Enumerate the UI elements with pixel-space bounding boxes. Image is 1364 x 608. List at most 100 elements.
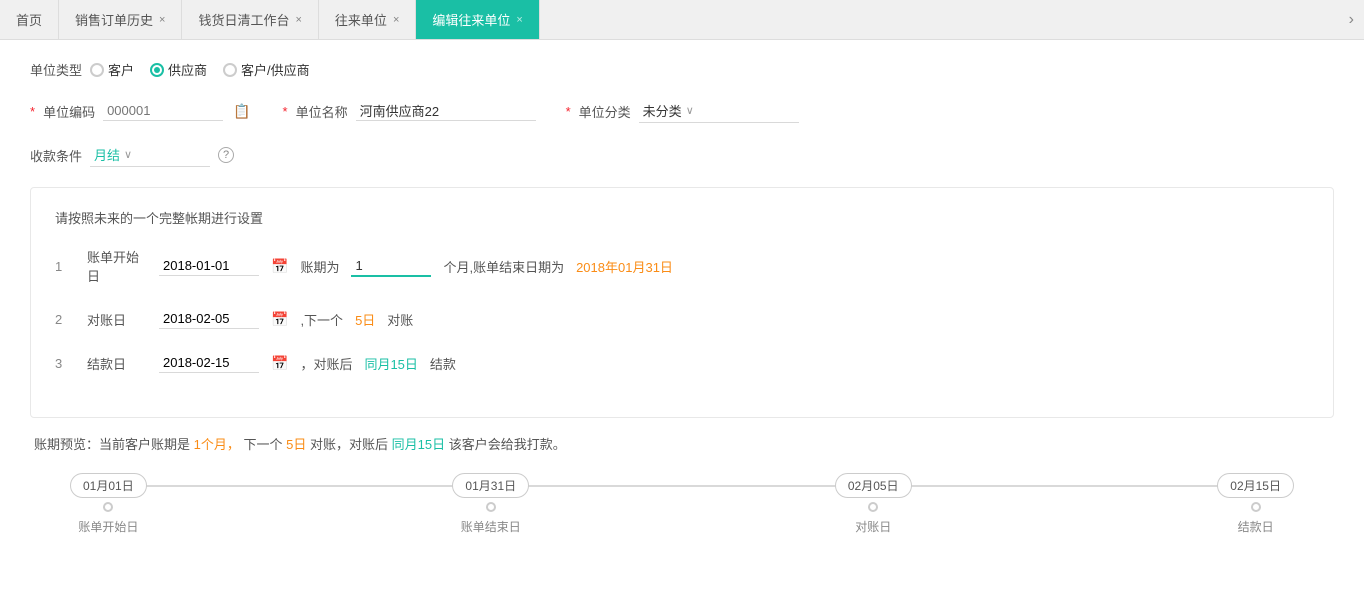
timeline-dot-2: [486, 502, 496, 512]
tab-cashflow[interactable]: 钱货日清工作台 ×: [182, 0, 318, 39]
payment-terms-label: 收款条件: [30, 146, 82, 165]
period-row-2-label: 对账日: [87, 310, 147, 329]
tab-edit-counterparty-label: 编辑往来单位: [432, 10, 510, 29]
unit-code-copy-icon[interactable]: 📋: [231, 101, 252, 122]
radio-supplier-label: 供应商: [168, 60, 207, 79]
timeline-point-2: 01月31日 账单结束日: [452, 473, 529, 535]
period-row-2-highlight: 5日: [355, 310, 375, 329]
timeline-label-4: 结款日: [1238, 518, 1274, 535]
unit-category-star: *: [566, 104, 571, 119]
period-row-2: 2 对账日 📅 ,下一个 5日 对账: [55, 309, 1309, 329]
tab-sales-history-label: 销售订单历史: [75, 10, 153, 29]
timeline-point-4: 02月15日 结款日: [1217, 473, 1294, 535]
unit-category-group: * 单位分类 未分类 ∨: [566, 99, 799, 123]
unit-code-star: *: [30, 104, 35, 119]
radio-supplier-circle: [150, 63, 164, 77]
radio-customer-circle: [90, 63, 104, 77]
unit-category-value: 未分类: [643, 101, 682, 120]
timeline-badge-3: 02月05日: [835, 473, 912, 498]
period-row-1-label: 账单开始日: [87, 247, 147, 285]
period-start-date-cal-icon[interactable]: 📅: [271, 258, 288, 275]
tab-home[interactable]: 首页: [0, 0, 59, 39]
tab-counterparty-close[interactable]: ×: [393, 14, 399, 26]
preview-text: 账期预览：当前客户账期是 1个月， 下一个 5日 对账，对账后 同月15日 该客…: [30, 434, 1334, 453]
tab-cashflow-label: 钱货日清工作台: [198, 10, 289, 29]
unit-name-star: *: [283, 104, 288, 119]
period-box-title: 请按照未来的一个完整帐期进行设置: [55, 208, 1309, 227]
period-row-1-suffix-after: 个月,账单结束日期为: [443, 257, 564, 276]
tab-more-button[interactable]: ›: [1339, 11, 1364, 29]
preview-text1: 下一个: [244, 437, 283, 452]
period-row-3-highlight: 同月15日: [364, 354, 417, 373]
timeline-line: [110, 485, 1254, 487]
timeline-dot-1: [103, 502, 113, 512]
unit-category-chevron: ∨: [686, 104, 694, 117]
tab-counterparty[interactable]: 往来单位 ×: [319, 0, 416, 39]
main-content: 单位类型 客户 供应商 客户/供应商 * 单位编码: [0, 40, 1364, 608]
period-start-date-input[interactable]: [159, 256, 259, 276]
timeline-dot-3: [868, 502, 878, 512]
radio-customer-supplier-circle: [223, 63, 237, 77]
period-payment-date-input[interactable]: [159, 353, 259, 373]
period-row-1-num: 1: [55, 259, 75, 274]
tab-edit-counterparty-close[interactable]: ×: [516, 14, 522, 26]
tab-cashflow-close[interactable]: ×: [295, 14, 301, 26]
unit-code-input[interactable]: [103, 101, 223, 121]
preview-highlight3: 同月15日: [392, 437, 445, 452]
unit-type-label: 单位类型: [30, 60, 82, 79]
timeline-point-3: 02月05日 对账日: [835, 473, 912, 535]
radio-supplier[interactable]: 供应商: [150, 60, 207, 79]
period-row-2-num: 2: [55, 312, 75, 327]
radio-customer-label: 客户: [108, 60, 134, 79]
period-row-1-highlight: 2018年01月31日: [576, 257, 673, 276]
tab-edit-counterparty[interactable]: 编辑往来单位 ×: [416, 0, 539, 39]
radio-customer-supplier-label: 客户/供应商: [241, 60, 310, 79]
period-months-input[interactable]: [351, 256, 431, 277]
tab-counterparty-label: 往来单位: [335, 10, 387, 29]
period-row-1-suffix-before: 账期为: [300, 257, 339, 276]
tab-sales-history[interactable]: 销售订单历史 ×: [59, 0, 182, 39]
timeline-point-1: 01月01日 账单开始日: [70, 473, 147, 535]
timeline-badge-4: 02月15日: [1217, 473, 1294, 498]
period-row-1: 1 账单开始日 📅 账期为 个月,账单结束日期为 2018年01月31日: [55, 247, 1309, 285]
radio-group-unit-type: 客户 供应商 客户/供应商: [90, 60, 310, 79]
unit-name-group: * 单位名称: [283, 101, 536, 121]
radio-customer-supplier[interactable]: 客户/供应商: [223, 60, 310, 79]
period-reconciliation-date-input[interactable]: [159, 309, 259, 329]
tab-bar: 首页 销售订单历史 × 钱货日清工作台 × 往来单位 × 编辑往来单位 × ›: [0, 0, 1364, 40]
preview-prefix: 账期预览：当前客户账期是: [34, 437, 190, 452]
timeline-dot-4: [1251, 502, 1261, 512]
timeline-badge-1: 01月01日: [70, 473, 147, 498]
preview-suffix: 该客户会给我打款。: [449, 437, 566, 452]
period-row-3-suffix-after: 结款: [430, 354, 456, 373]
unit-code-group: * 单位编码 📋: [30, 101, 253, 122]
unit-info-row: * 单位编码 📋 * 单位名称 * 单位分类 未分类 ∨: [30, 99, 1334, 123]
period-row-2-suffix-after: 对账: [387, 310, 413, 329]
period-row-3-label: 结款日: [87, 354, 147, 373]
radio-customer[interactable]: 客户: [90, 60, 134, 79]
period-reconciliation-cal-icon[interactable]: 📅: [271, 311, 288, 328]
unit-name-input[interactable]: [356, 101, 536, 121]
unit-category-select[interactable]: 未分类 ∨: [639, 99, 799, 123]
unit-type-row: 单位类型 客户 供应商 客户/供应商: [30, 60, 1334, 79]
timeline-label-3: 对账日: [855, 518, 891, 535]
timeline-badge-2: 01月31日: [452, 473, 529, 498]
period-row-3: 3 结款日 📅 ，对账后 同月15日 结款: [55, 353, 1309, 373]
preview-highlight1: 1个月，: [194, 437, 240, 452]
payment-terms-group: 收款条件 月结 ∨ ?: [30, 143, 234, 167]
preview-text2: 对账，对账后: [310, 437, 388, 452]
period-settings-box: 请按照未来的一个完整帐期进行设置 1 账单开始日 📅 账期为 个月,账单结束日期…: [30, 187, 1334, 418]
help-icon[interactable]: ?: [218, 147, 234, 163]
tab-home-label: 首页: [16, 10, 42, 29]
timeline-label-2: 账单结束日: [461, 518, 521, 535]
tab-sales-history-close[interactable]: ×: [159, 14, 165, 26]
unit-name-label: 单位名称: [296, 102, 348, 121]
period-payment-cal-icon[interactable]: 📅: [271, 355, 288, 372]
payment-terms-value: 月结: [94, 145, 120, 164]
period-row-3-suffix-before: ，对账后: [300, 354, 352, 373]
preview-highlight2: 5日: [286, 437, 306, 452]
timeline: 01月01日 账单开始日 01月31日 账单结束日 02月05日 对账日 02月…: [30, 473, 1334, 535]
period-row-2-suffix-before: ,下一个: [300, 310, 343, 329]
period-row-3-num: 3: [55, 356, 75, 371]
payment-terms-select[interactable]: 月结 ∨: [90, 143, 210, 167]
